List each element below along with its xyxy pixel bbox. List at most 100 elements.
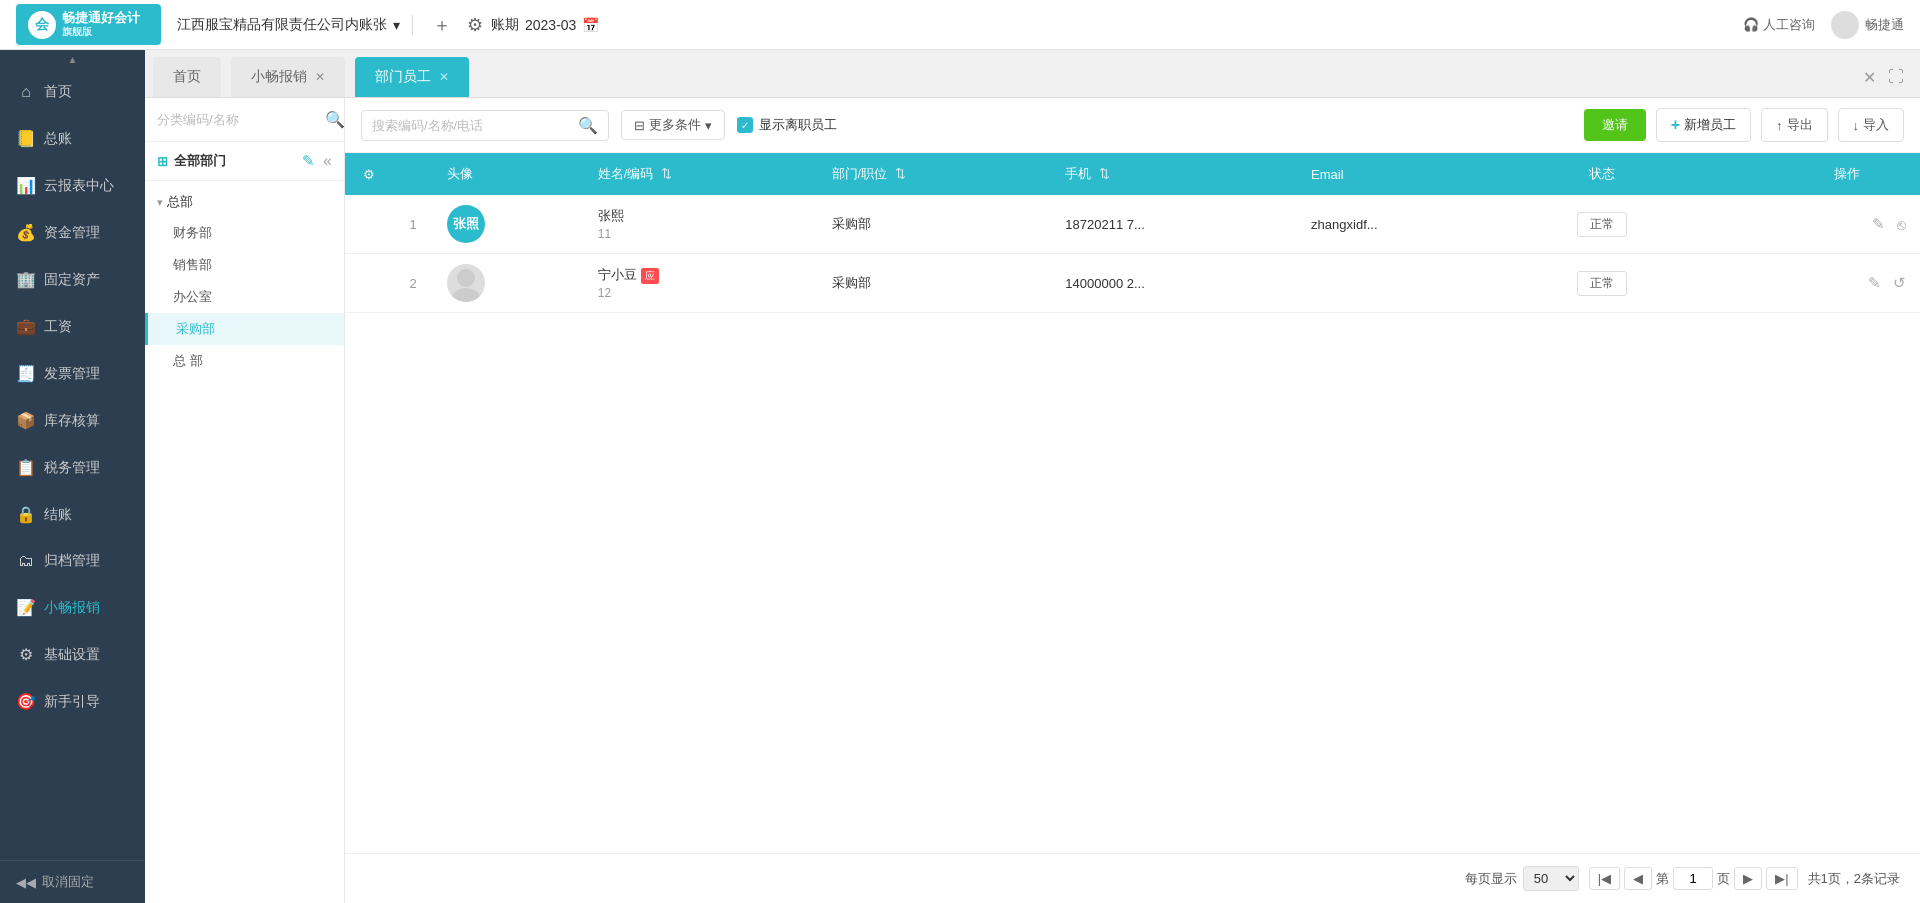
company-dropdown-icon [393,17,400,33]
row-name-cell: 张熙11 [584,195,818,254]
dept-root-label[interactable]: ▾ 总部 [145,187,344,217]
show-resigned-checkbox[interactable]: ✓ [737,117,753,133]
sidebar-item-expense[interactable]: 📝 小畅报销 [0,584,145,631]
sidebar-item-reports[interactable]: 📊 云报表中心 [0,162,145,209]
filter-label: 更多条件 [649,116,701,134]
page-size-select[interactable]: 50 20 100 [1523,866,1579,891]
row-settings-col [345,195,393,254]
page-label: 页 [1717,870,1730,888]
tab-expense-close-icon[interactable]: ✕ [315,70,325,84]
row-phone-cell: 18720211 7... [1051,195,1297,254]
plus-icon: + [1671,116,1680,134]
dept-collapse-icon[interactable]: « [323,152,332,170]
dept-item-office[interactable]: 办公室 [145,281,344,313]
edit-employee-icon[interactable]: ✎ [1872,215,1885,233]
tab-expense-label: 小畅报销 [251,68,307,86]
show-resigned-toggle[interactable]: ✓ 显示离职员工 [737,116,837,134]
logout-employee-icon[interactable]: ⎋ [1897,216,1906,233]
employee-search-icon[interactable]: 🔍 [578,116,598,135]
sidebar-item-inventory[interactable]: 📦 库存核算 [0,397,145,444]
prev-page-button[interactable]: ◀ [1624,867,1652,890]
phone-sort-icon: ⇅ [1099,166,1110,181]
col-phone[interactable]: 手机 ⇅ [1051,153,1297,195]
dept-sort-icon: ⇅ [895,166,906,181]
row-dept-cell: 采购部 [818,254,1052,313]
add-employee-button[interactable]: + 新增员工 [1656,108,1751,142]
col-dept[interactable]: 部门/职位 ⇅ [818,153,1052,195]
sidebar-item-label: 云报表中心 [44,177,114,195]
sidebar-item-tax[interactable]: 📋 税务管理 [0,444,145,491]
invoice-icon: 🧾 [16,364,36,383]
sidebar-item-label: 首页 [44,83,72,101]
tab-dept-close-icon[interactable]: ✕ [439,70,449,84]
account-period[interactable]: 账期 2023-03 📅 [491,16,599,34]
sidebar-item-close[interactable]: 🔒 结账 [0,491,145,538]
sidebar-item-guide[interactable]: 🎯 新手引导 [0,678,145,725]
employee-search-input[interactable] [372,118,572,133]
top-bar-right: 🎧 人工咨询 畅捷通 [1743,11,1904,39]
sidebar-item-home[interactable]: ⌂ 首页 [0,69,145,115]
sidebar-item-general-ledger[interactable]: 📒 总账 [0,115,145,162]
col-name[interactable]: 姓名/编码 ⇅ [584,153,818,195]
sidebar-item-payroll[interactable]: 💼 工资 [0,303,145,350]
last-page-button[interactable]: ▶| [1766,867,1797,890]
app-sub: 旗舰版 [62,25,140,39]
more-filter-button[interactable]: ⊟ 更多条件 [621,110,725,140]
tab-dept[interactable]: 部门员工 ✕ [355,57,469,97]
dept-item-purchase[interactable]: 采购部 [145,313,344,345]
sidebar-item-label: 小畅报销 [44,599,100,617]
page-number-input[interactable] [1673,867,1713,890]
column-settings-icon[interactable]: ⚙ [363,167,375,182]
dept-item-sales[interactable]: 销售部 [145,249,344,281]
dept-item-general[interactable]: 总 部 [145,345,344,377]
row-email-cell [1297,254,1513,313]
sidebar-item-invoice[interactable]: 🧾 发票管理 [0,350,145,397]
dept-item-finance[interactable]: 财务部 [145,217,344,249]
svg-point-1 [452,288,480,302]
first-page-button[interactable]: |◀ [1589,867,1620,890]
tab-home[interactable]: 首页 [153,57,221,97]
sidebar-item-archive[interactable]: 🗂 归档管理 [0,538,145,584]
filter-chevron-icon [705,118,712,133]
user-info[interactable]: 畅捷通 [1831,11,1904,39]
sidebar-item-label: 资金管理 [44,224,100,242]
col-settings[interactable]: ⚙ [345,153,393,195]
delete-employee-icon[interactable]: ↺ [1893,274,1906,292]
invite-button[interactable]: 邀请 [1584,109,1646,141]
dept-edit-icon[interactable]: ✎ [302,152,315,170]
dept-search-icon[interactable]: 🔍 [325,110,345,129]
dept-search-input[interactable] [157,112,325,127]
col-status: 状态 [1513,153,1691,195]
next-page-button[interactable]: ▶ [1734,867,1762,890]
home-icon: ⌂ [16,83,36,101]
import-button[interactable]: ↓ 导入 [1838,108,1905,142]
tab-expense[interactable]: 小畅报销 ✕ [231,57,345,97]
account-period-value: 2023-03 [525,17,576,33]
tab-maximize-icon[interactable]: ⛶ [1888,68,1904,86]
employee-name: 宁小豆应 [598,266,804,284]
company-name-btn[interactable]: 江西服宝精品有限责任公司内账张 [177,16,400,34]
settings-button[interactable]: ⚙ [467,14,483,36]
sidebar-item-funds[interactable]: 💰 资金管理 [0,209,145,256]
tax-icon: 📋 [16,458,36,477]
row-email-cell: zhangxidf... [1297,195,1513,254]
logo-icon: 会 [28,11,56,39]
edit-employee-icon[interactable]: ✎ [1868,274,1881,292]
consult-button[interactable]: 🎧 人工咨询 [1743,16,1815,34]
dept-search-bar: 🔍 [145,98,344,142]
sidebar-item-settings[interactable]: ⚙ 基础设置 [0,631,145,678]
content-area: 首页 小畅报销 ✕ 部门员工 ✕ ✕ ⛶ 🔍 [145,50,1920,903]
tab-close-window-icon[interactable]: ✕ [1863,68,1876,87]
unpin-label: 取消固定 [42,873,94,891]
dept-grid-icon: ⊞ [157,154,168,169]
employee-toolbar: 🔍 ⊟ 更多条件 ✓ 显示离职员工 邀请 + [345,98,1920,153]
funds-icon: 💰 [16,223,36,242]
sidebar-item-fixed-assets[interactable]: 🏢 固定资产 [0,256,145,303]
row-settings-col [345,254,393,313]
add-button[interactable]: ＋ [433,13,451,37]
unpin-button[interactable]: ◀◀ 取消固定 [0,860,145,903]
export-button[interactable]: ↑ 导出 [1761,108,1828,142]
row-action-icons: ✎⎋ [1705,215,1906,233]
add-employee-label: 新增员工 [1684,116,1736,134]
sidebar: ▲ ⌂ 首页 📒 总账 📊 云报表中心 💰 资金管理 🏢 固定资产 💼 工资 🧾… [0,50,145,903]
